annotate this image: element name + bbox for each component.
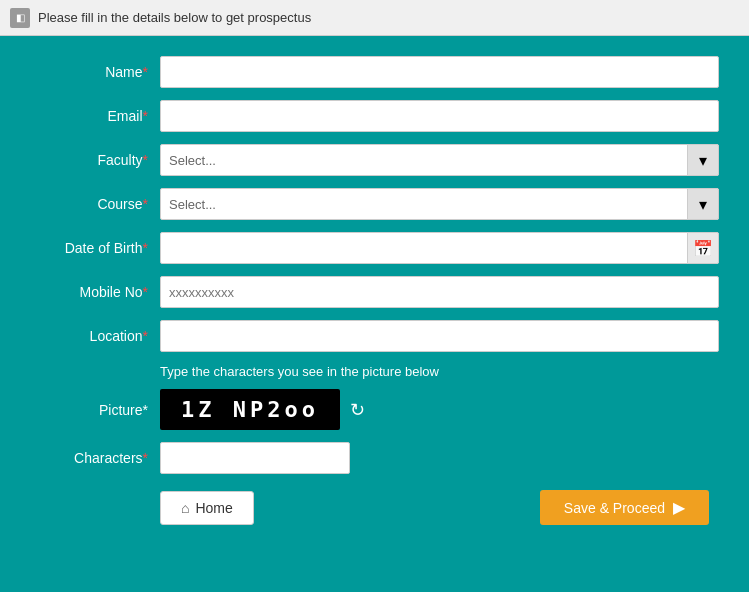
home-label: Home (195, 500, 232, 516)
dob-label: Date of Birth* (30, 240, 160, 256)
email-label: Email* (30, 108, 160, 124)
name-row: Name* (30, 56, 719, 88)
captcha-hint: Type the characters you see in the pictu… (160, 364, 719, 379)
mobile-label: Mobile No* (30, 284, 160, 300)
faculty-select[interactable]: Select... Faculty of Arts Faculty of Sci… (160, 144, 719, 176)
calendar-icon: 📅 (693, 239, 713, 258)
faculty-label: Faculty* (30, 152, 160, 168)
course-select-wrapper: Select... Computer Science Business Engi… (160, 188, 719, 220)
refresh-captcha-button[interactable]: ↻ (350, 399, 365, 421)
button-row: ⌂ Home Save & Proceed ▶ (30, 490, 719, 525)
name-input[interactable] (160, 56, 719, 88)
mobile-input[interactable] (160, 276, 719, 308)
save-proceed-button[interactable]: Save & Proceed ▶ (540, 490, 709, 525)
course-select[interactable]: Select... Computer Science Business Engi… (160, 188, 719, 220)
location-label: Location* (30, 328, 160, 344)
dob-wrapper: 📅 (160, 232, 719, 264)
email-input[interactable] (160, 100, 719, 132)
main-content: Name* Email* Faculty* Select... Faculty … (0, 36, 749, 592)
save-label: Save & Proceed (564, 500, 665, 516)
title-bar: ◧ Please fill in the details below to ge… (0, 0, 749, 36)
email-row: Email* (30, 100, 719, 132)
characters-row: Characters* (30, 442, 719, 474)
course-row: Course* Select... Computer Science Busin… (30, 188, 719, 220)
home-icon: ⌂ (181, 500, 189, 516)
dob-input[interactable] (160, 232, 719, 264)
captcha-image: 1Z NP2oo (160, 389, 340, 430)
characters-input[interactable] (160, 442, 350, 474)
save-arrow-icon: ▶ (673, 498, 685, 517)
location-row: Location* (30, 320, 719, 352)
faculty-row: Faculty* Select... Faculty of Arts Facul… (30, 144, 719, 176)
faculty-select-wrapper: Select... Faculty of Arts Faculty of Sci… (160, 144, 719, 176)
dob-row: Date of Birth* 📅 (30, 232, 719, 264)
title-bar-text: Please fill in the details below to get … (38, 10, 311, 25)
calendar-button[interactable]: 📅 (687, 232, 719, 264)
mobile-row: Mobile No* (30, 276, 719, 308)
picture-row: Picture* 1Z NP2oo ↻ (30, 389, 719, 430)
course-label: Course* (30, 196, 160, 212)
home-button[interactable]: ⌂ Home (160, 491, 254, 525)
location-input[interactable] (160, 320, 719, 352)
characters-label: Characters* (30, 450, 160, 466)
picture-label: Picture* (30, 402, 160, 418)
title-bar-icon: ◧ (10, 8, 30, 28)
name-label: Name* (30, 64, 160, 80)
